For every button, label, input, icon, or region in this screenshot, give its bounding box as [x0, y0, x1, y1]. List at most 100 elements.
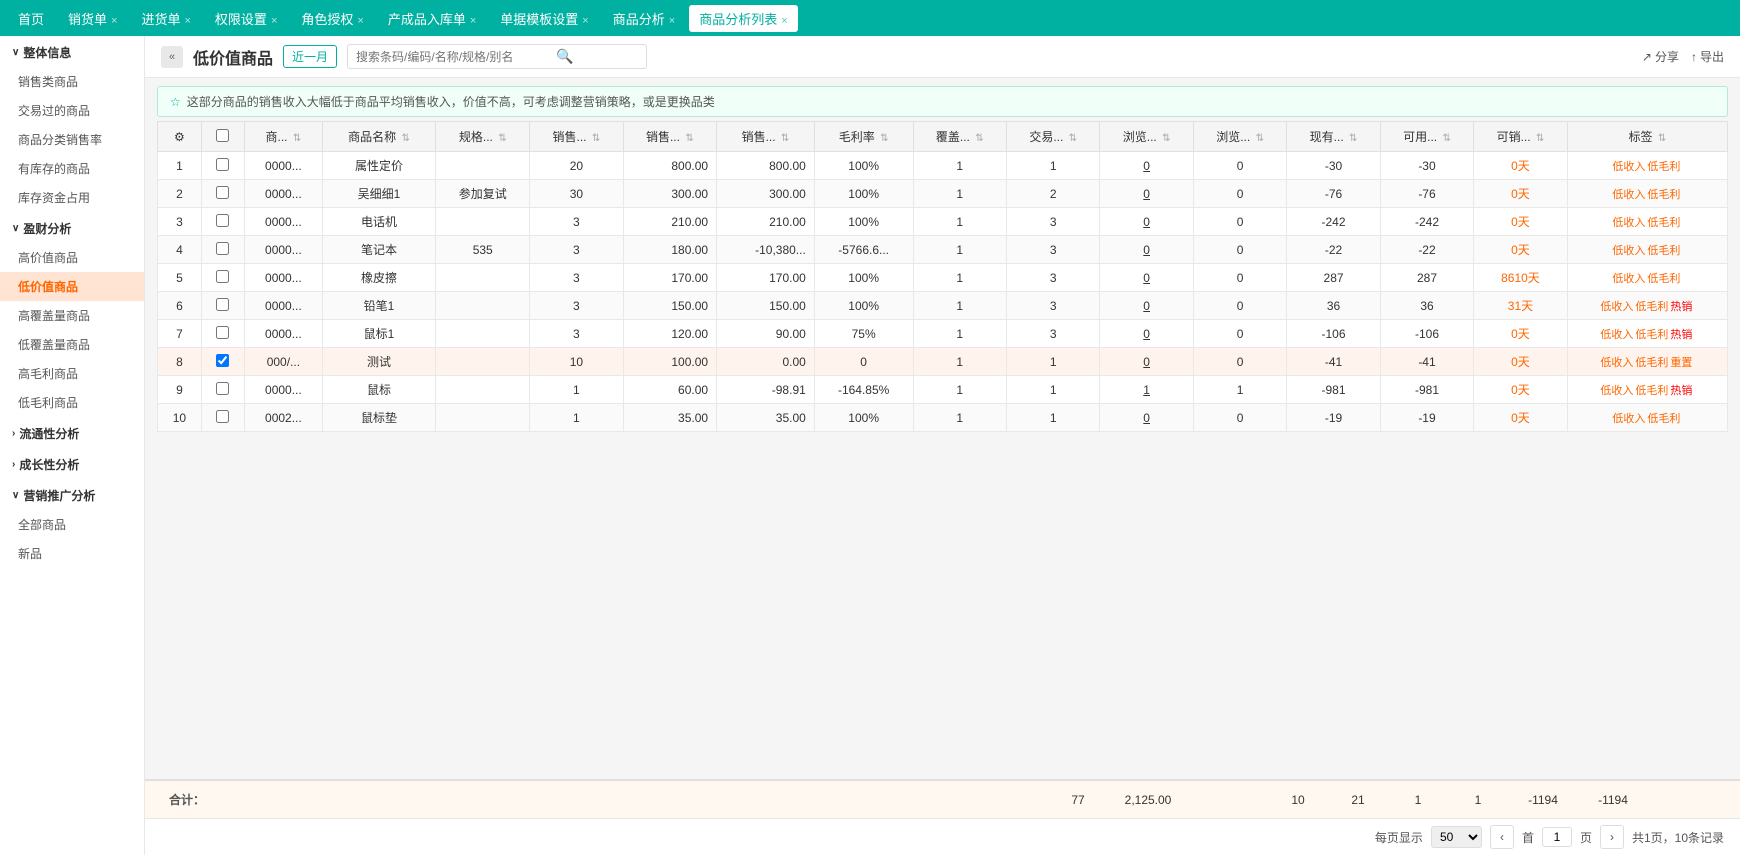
- row-checkbox[interactable]: [201, 208, 244, 236]
- sort-icon[interactable]: ⇅: [1658, 133, 1666, 144]
- close-nav-icon[interactable]: ×: [582, 15, 588, 27]
- col-header-sellable[interactable]: 可销... ⇅: [1474, 122, 1567, 152]
- row-browse1[interactable]: 0: [1100, 180, 1193, 208]
- sidebar-group-整体信息[interactable]: ∨整体信息: [0, 36, 144, 67]
- nav-item-商品分析列表[interactable]: 商品分析列表×: [689, 5, 797, 32]
- sidebar-item-高毛利商品[interactable]: 高毛利商品: [0, 359, 144, 388]
- page-number-input[interactable]: [1542, 827, 1572, 847]
- col-header-trade[interactable]: 交易... ⇅: [1006, 122, 1099, 152]
- col-header-margin[interactable]: 毛利率 ⇅: [814, 122, 913, 152]
- row-browse1[interactable]: 0: [1100, 348, 1193, 376]
- collapse-button[interactable]: «: [161, 46, 183, 68]
- row-checkbox[interactable]: [201, 264, 244, 292]
- nav-item-商品分析[interactable]: 商品分析×: [603, 5, 685, 32]
- nav-item-角色授权[interactable]: 角色授权×: [291, 5, 373, 32]
- row-checkbox[interactable]: [201, 180, 244, 208]
- sidebar-item-有库存的商品[interactable]: 有库存的商品: [0, 154, 144, 183]
- sidebar-group-成长性分析[interactable]: ›成长性分析: [0, 448, 144, 479]
- row-checkbox[interactable]: [201, 320, 244, 348]
- sort-icon[interactable]: ⇅: [1349, 133, 1357, 144]
- nav-item-销货单[interactable]: 销货单×: [58, 5, 127, 32]
- sidebar-group-营销推广分析[interactable]: ∨营销推广分析: [0, 479, 144, 510]
- sort-icon[interactable]: ⇅: [1256, 133, 1264, 144]
- sidebar-item-低价值商品[interactable]: 低价值商品: [0, 272, 144, 301]
- nav-item-产成品入库单[interactable]: 产成品入库单×: [378, 5, 486, 32]
- sidebar-item-交易过的商品[interactable]: 交易过的商品: [0, 96, 144, 125]
- col-header-browse1[interactable]: 浏览... ⇅: [1100, 122, 1193, 152]
- row-browse1[interactable]: 0: [1100, 264, 1193, 292]
- sidebar-item-新品[interactable]: 新品: [0, 539, 144, 568]
- sidebar-item-销售类商品[interactable]: 销售类商品: [0, 67, 144, 96]
- sidebar-item-低毛利商品[interactable]: 低毛利商品: [0, 388, 144, 417]
- row-checkbox[interactable]: [201, 404, 244, 432]
- sort-icon[interactable]: ⇅: [293, 133, 301, 144]
- row-browse1[interactable]: 0: [1100, 292, 1193, 320]
- sort-icon[interactable]: ⇅: [592, 133, 600, 144]
- next-page-button[interactable]: ›: [1600, 825, 1624, 849]
- close-nav-icon[interactable]: ×: [470, 15, 476, 27]
- select-all-checkbox[interactable]: [216, 129, 229, 142]
- row-browse1[interactable]: 0: [1100, 236, 1193, 264]
- sidebar-item-库存资金占用[interactable]: 库存资金占用: [0, 183, 144, 212]
- search-input[interactable]: [356, 50, 556, 64]
- col-header-sale_avg[interactable]: 销售... ⇅: [717, 122, 815, 152]
- close-nav-icon[interactable]: ×: [111, 15, 117, 27]
- sidebar-item-低覆盖量商品[interactable]: 低覆盖量商品: [0, 330, 144, 359]
- search-icon[interactable]: 🔍: [556, 48, 573, 65]
- sort-icon[interactable]: ⇅: [975, 133, 983, 144]
- col-header-checkbox[interactable]: [201, 122, 244, 152]
- sort-icon[interactable]: ⇅: [880, 133, 888, 144]
- row-checkbox[interactable]: [201, 152, 244, 180]
- sidebar-item-高覆盖量商品[interactable]: 高覆盖量商品: [0, 301, 144, 330]
- close-nav-icon[interactable]: ×: [669, 15, 675, 27]
- col-header-settings[interactable]: ⚙: [158, 122, 202, 152]
- col-header-current_stock[interactable]: 现有... ⇅: [1287, 122, 1380, 152]
- row-checkbox[interactable]: [201, 292, 244, 320]
- close-nav-icon[interactable]: ×: [184, 15, 190, 27]
- col-header-sale_qty[interactable]: 销售... ⇅: [530, 122, 623, 152]
- col-header-coverage[interactable]: 覆盖... ⇅: [913, 122, 1006, 152]
- sort-icon[interactable]: ⇅: [781, 133, 789, 144]
- close-nav-icon[interactable]: ×: [781, 15, 787, 27]
- col-header-name[interactable]: 商品名称 ⇅: [322, 122, 436, 152]
- first-page-button[interactable]: ‹: [1490, 825, 1514, 849]
- nav-item-权限设置[interactable]: 权限设置×: [205, 5, 287, 32]
- sidebar-item-商品分类销售率[interactable]: 商品分类销售率: [0, 125, 144, 154]
- nav-item-首页[interactable]: 首页: [8, 5, 54, 32]
- row-checkbox[interactable]: [201, 236, 244, 264]
- sidebar-group-盈财分析[interactable]: ∨盈财分析: [0, 212, 144, 243]
- close-nav-icon[interactable]: ×: [357, 15, 363, 27]
- sort-icon[interactable]: ⇅: [685, 133, 693, 144]
- row-browse1[interactable]: 0: [1100, 152, 1193, 180]
- sort-icon[interactable]: ⇅: [498, 133, 506, 144]
- row-checkbox[interactable]: [201, 376, 244, 404]
- row-checkbox[interactable]: [201, 348, 244, 376]
- row-browse1[interactable]: 0: [1100, 208, 1193, 236]
- sort-icon[interactable]: ⇅: [1069, 133, 1077, 144]
- settings-icon[interactable]: ⚙: [174, 130, 185, 144]
- col-header-tags[interactable]: 标签 ⇅: [1567, 122, 1727, 152]
- col-header-spec[interactable]: 规格... ⇅: [436, 122, 530, 152]
- row-current-stock: -76: [1287, 180, 1380, 208]
- sidebar-item-高价值商品[interactable]: 高价值商品: [0, 243, 144, 272]
- close-nav-icon[interactable]: ×: [271, 15, 277, 27]
- sidebar-item-全部商品[interactable]: 全部商品: [0, 510, 144, 539]
- sort-icon[interactable]: ⇅: [1536, 133, 1544, 144]
- sort-icon[interactable]: ⇅: [1162, 133, 1170, 144]
- row-browse1[interactable]: 0: [1100, 320, 1193, 348]
- col-header-browse2[interactable]: 浏览... ⇅: [1193, 122, 1286, 152]
- sort-icon[interactable]: ⇅: [401, 133, 409, 144]
- row-browse1[interactable]: 1: [1100, 376, 1193, 404]
- nav-item-进货单[interactable]: 进货单×: [131, 5, 200, 32]
- date-filter-tag[interactable]: 近一月: [283, 45, 337, 68]
- row-browse1[interactable]: 0: [1100, 404, 1193, 432]
- sidebar-group-流通性分析[interactable]: ›流通性分析: [0, 417, 144, 448]
- nav-item-单据模板设置[interactable]: 单据模板设置×: [490, 5, 598, 32]
- col-header-code[interactable]: 商... ⇅: [245, 122, 323, 152]
- sort-icon[interactable]: ⇅: [1442, 133, 1450, 144]
- per-page-select[interactable]: 50 100 200: [1431, 826, 1482, 848]
- col-header-available[interactable]: 可用... ⇅: [1380, 122, 1473, 152]
- export-button[interactable]: ↑ 导出: [1691, 48, 1724, 65]
- share-button[interactable]: ↗ 分享: [1642, 48, 1679, 65]
- col-header-sale_amount[interactable]: 销售... ⇅: [623, 122, 716, 152]
